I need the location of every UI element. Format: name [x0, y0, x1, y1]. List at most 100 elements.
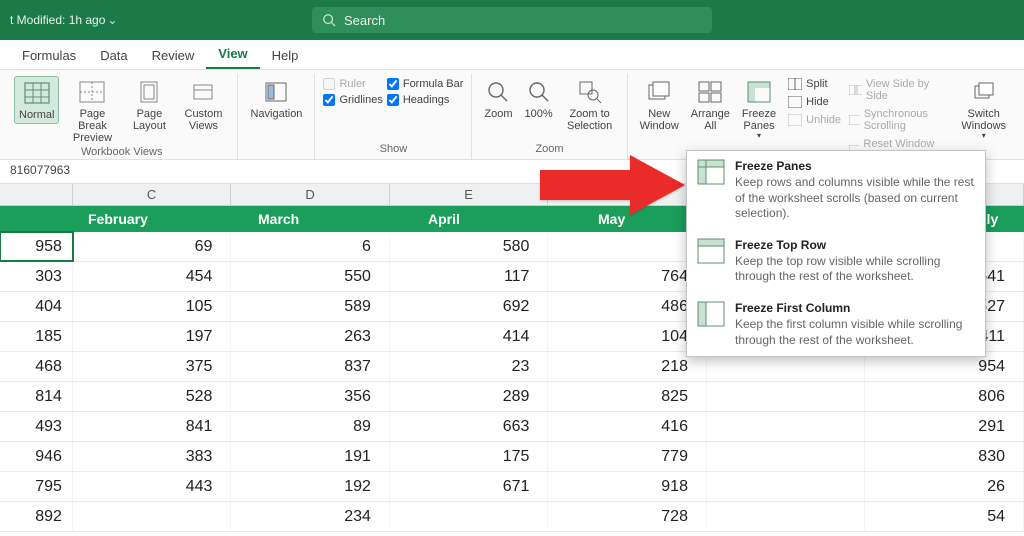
cell[interactable]: 528 [73, 382, 232, 411]
cell[interactable]: 104 [548, 322, 707, 351]
cell[interactable]: 825 [548, 382, 707, 411]
cell[interactable]: 69 [73, 232, 232, 261]
cell[interactable]: 728 [548, 502, 707, 531]
hide-icon [788, 96, 802, 108]
headings-checkbox[interactable]: Headings [387, 94, 464, 106]
cell[interactable]: 946 [0, 442, 73, 471]
cell[interactable] [707, 472, 866, 501]
zoom-selection-button[interactable]: Zoom to Selection [561, 76, 619, 134]
freeze-top-row-option[interactable]: Freeze Top RowKeep the top row visible w… [687, 230, 985, 293]
cell[interactable] [707, 412, 866, 441]
cell[interactable]: 918 [548, 472, 707, 501]
cell[interactable]: 841 [73, 412, 232, 441]
switch-windows-button[interactable]: Switch Windows ▾ [957, 76, 1010, 143]
cell[interactable]: 105 [73, 292, 232, 321]
cell[interactable]: 192 [231, 472, 390, 501]
cell[interactable] [707, 502, 866, 531]
cell[interactable]: 375 [73, 352, 232, 381]
new-window-button[interactable]: New Window [636, 76, 683, 134]
gridlines-checkbox[interactable]: Gridlines [323, 94, 382, 106]
freeze-first-column-option[interactable]: Freeze First ColumnKeep the first column… [687, 293, 985, 356]
arrange-all-button[interactable]: Arrange All [687, 76, 734, 134]
cell[interactable]: 89 [231, 412, 390, 441]
tab-formulas[interactable]: Formulas [10, 42, 88, 69]
col-header[interactable]: C [73, 184, 232, 205]
cell[interactable]: 6 [231, 232, 390, 261]
cell[interactable]: 404 [0, 292, 73, 321]
cell[interactable]: 795 [0, 472, 73, 501]
hide-button[interactable]: Hide [788, 96, 841, 108]
table-row: 814528356289825 806 [0, 382, 1024, 412]
tab-view[interactable]: View [206, 40, 259, 69]
cell[interactable]: 692 [390, 292, 549, 321]
cell[interactable]: 550 [231, 262, 390, 291]
cell[interactable] [548, 232, 707, 261]
page-layout-button[interactable]: Page Layout [125, 76, 173, 134]
search-input[interactable]: Search [312, 7, 712, 33]
cell[interactable]: 26 [865, 472, 1024, 501]
cell[interactable]: 589 [231, 292, 390, 321]
cell[interactable]: 468 [0, 352, 73, 381]
zoom-button[interactable]: Zoom [480, 76, 516, 122]
page-break-button[interactable]: Page Break Preview [63, 76, 121, 146]
cell[interactable]: 837 [231, 352, 390, 381]
cell[interactable] [707, 382, 866, 411]
cell[interactable]: 486 [548, 292, 707, 321]
cell[interactable] [73, 502, 232, 531]
month-cell[interactable] [0, 206, 78, 232]
normal-view-button[interactable]: Normal [14, 76, 59, 124]
cell[interactable]: 383 [73, 442, 232, 471]
cell[interactable]: 443 [73, 472, 232, 501]
split-button[interactable]: Split [788, 78, 841, 90]
navigation-button[interactable]: Navigation [246, 76, 306, 122]
freeze-panes-button[interactable]: Freeze Panes ▾ [738, 76, 780, 143]
tab-review[interactable]: Review [140, 42, 207, 69]
cell[interactable]: 289 [390, 382, 549, 411]
cell[interactable] [707, 442, 866, 471]
cell[interactable]: 303 [0, 262, 73, 291]
custom-views-button[interactable]: Custom Views [177, 76, 229, 134]
cell[interactable]: 779 [548, 442, 707, 471]
cell[interactable]: 958 [0, 232, 73, 261]
zoom-100-button[interactable]: 100% [521, 76, 557, 122]
cell[interactable]: 234 [231, 502, 390, 531]
cell[interactable]: 663 [390, 412, 549, 441]
col-header[interactable]: E [390, 184, 549, 205]
cell[interactable]: 830 [865, 442, 1024, 471]
col-header[interactable] [0, 184, 73, 205]
cell[interactable]: 764 [548, 262, 707, 291]
table-row: 946383191175779 830 [0, 442, 1024, 472]
cell[interactable]: 454 [73, 262, 232, 291]
cell[interactable]: 197 [73, 322, 232, 351]
chevron-down-icon[interactable]: ⌄ [107, 13, 117, 27]
tab-help[interactable]: Help [260, 42, 311, 69]
cell[interactable]: 416 [548, 412, 707, 441]
last-modified-label[interactable]: t Modified: 1h ago [10, 13, 105, 27]
month-cell[interactable]: March [248, 206, 418, 232]
cell[interactable]: 892 [0, 502, 73, 531]
month-cell[interactable]: February [78, 206, 248, 232]
cell[interactable]: 806 [865, 382, 1024, 411]
cell[interactable]: 493 [0, 412, 73, 441]
cell[interactable]: 814 [0, 382, 73, 411]
col-header[interactable]: D [231, 184, 390, 205]
tab-data[interactable]: Data [88, 42, 139, 69]
cell[interactable]: 54 [865, 502, 1024, 531]
cell[interactable]: 356 [231, 382, 390, 411]
cell[interactable]: 218 [548, 352, 707, 381]
cell[interactable]: 291 [865, 412, 1024, 441]
cell[interactable]: 414 [390, 322, 549, 351]
cell[interactable]: 185 [0, 322, 73, 351]
cell[interactable]: 23 [390, 352, 549, 381]
cell[interactable]: 175 [390, 442, 549, 471]
cell[interactable]: 580 [390, 232, 549, 261]
freeze-panes-dropdown: Freeze PanesKeep rows and columns visibl… [686, 150, 986, 357]
cell[interactable]: 263 [231, 322, 390, 351]
cell[interactable]: 191 [231, 442, 390, 471]
freeze-panes-icon [745, 78, 773, 106]
cell[interactable] [390, 502, 549, 531]
formula-bar-checkbox[interactable]: Formula Bar [387, 78, 464, 90]
cell[interactable]: 671 [390, 472, 549, 501]
freeze-panes-option[interactable]: Freeze PanesKeep rows and columns visibl… [687, 151, 985, 230]
cell[interactable]: 117 [390, 262, 549, 291]
